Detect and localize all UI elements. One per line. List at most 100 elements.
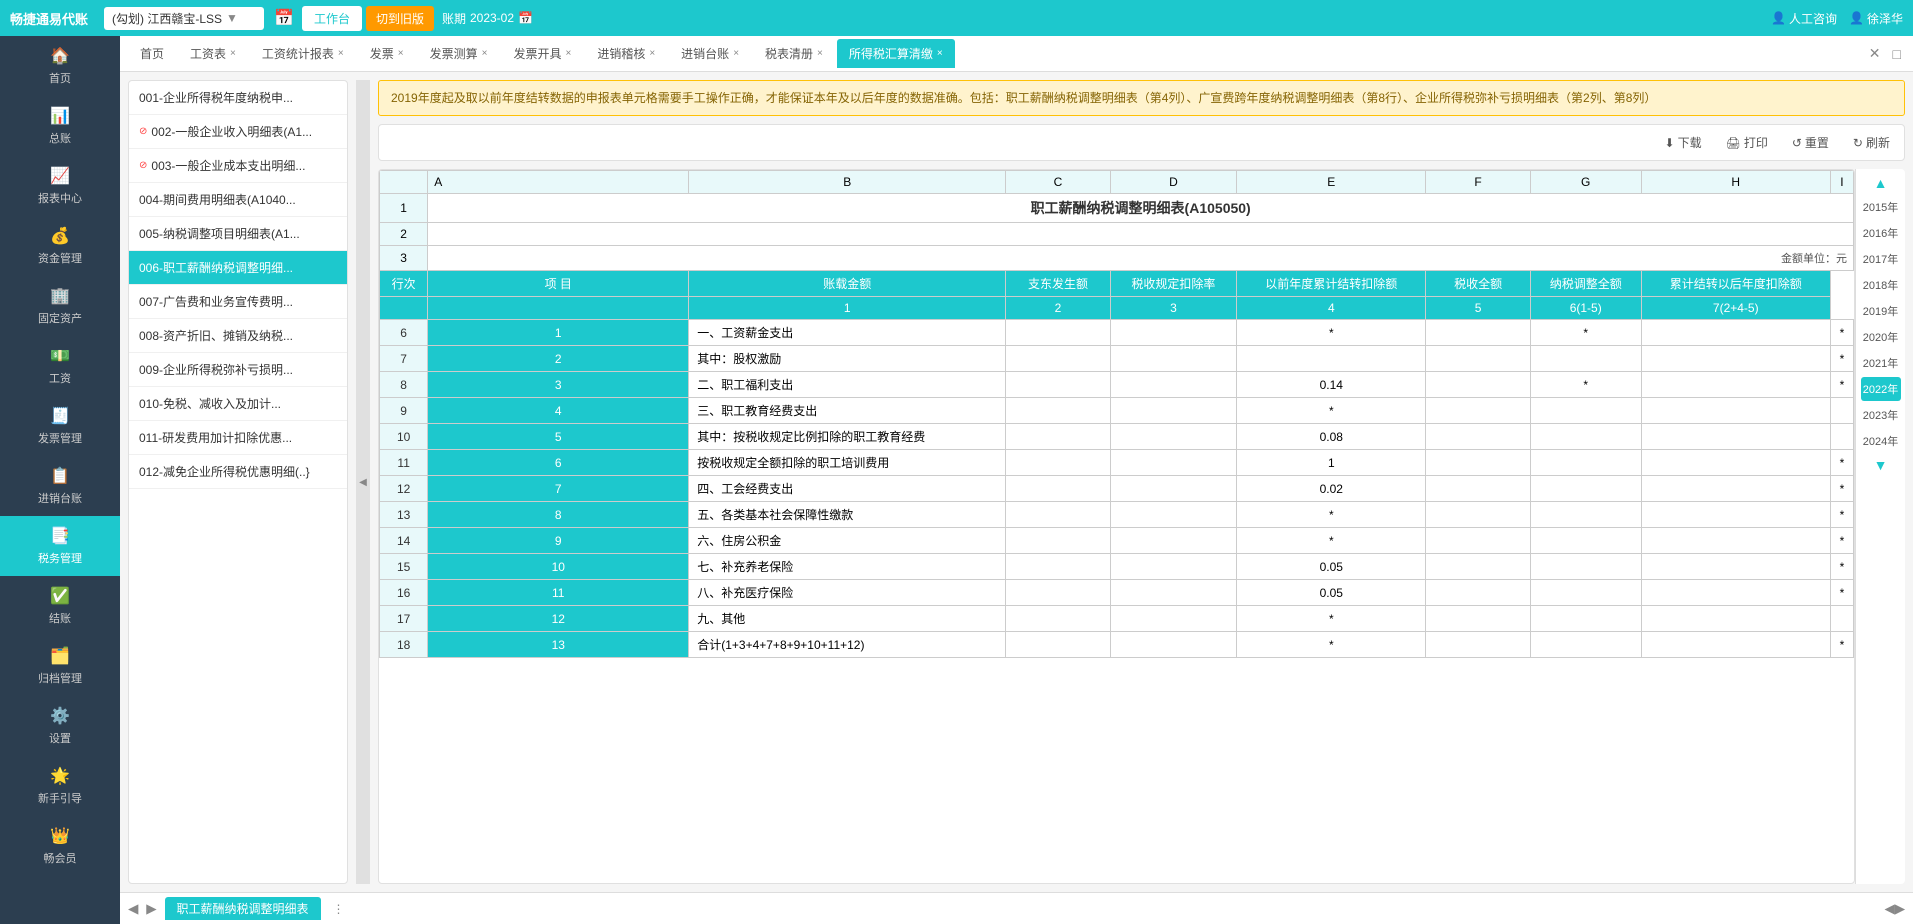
tab-close-icon[interactable]: ×	[398, 48, 404, 59]
sheet-options-icon[interactable]: ⋮	[333, 902, 345, 916]
period-calendar-icon[interactable]: 📅	[518, 11, 533, 25]
cell-F[interactable]	[1426, 320, 1530, 346]
sidebar-item-fixed-assets[interactable]: 🏢固定资产	[0, 276, 120, 336]
cutover-button[interactable]: 切到旧版	[366, 6, 434, 31]
year-scroll-down[interactable]: ▼	[1872, 455, 1890, 475]
cell-E[interactable]: *	[1237, 320, 1426, 346]
year-button-2021年[interactable]: 2021年	[1861, 351, 1901, 375]
tab-close-icon[interactable]: ×	[649, 48, 655, 59]
year-button-2022年[interactable]: 2022年	[1861, 377, 1901, 401]
cell-E[interactable]: *	[1237, 398, 1426, 424]
support-link[interactable]: 👤 人工咨询	[1771, 10, 1837, 27]
cell-C[interactable]	[1006, 450, 1110, 476]
cell-G[interactable]	[1530, 502, 1641, 528]
user-profile[interactable]: 👤 徐泽华	[1849, 10, 1903, 27]
cell-G[interactable]: *	[1530, 320, 1641, 346]
left-panel-item-001[interactable]: 001-企业所得税年度纳税申...	[129, 81, 347, 115]
tab-close-icon[interactable]: ×	[565, 48, 571, 59]
cell-D[interactable]	[1110, 554, 1237, 580]
cell-C[interactable]	[1006, 580, 1110, 606]
cell-H[interactable]	[1641, 320, 1830, 346]
sheet-tab[interactable]: 职工薪酬纳税调整明细表	[165, 897, 321, 920]
calendar-icon[interactable]: 📅	[274, 8, 294, 28]
sidebar-item-close[interactable]: ✅结账	[0, 576, 120, 636]
cell-D[interactable]	[1110, 632, 1237, 658]
cell-C[interactable]	[1006, 346, 1110, 372]
tab-minimize-button[interactable]: ✕	[1865, 43, 1885, 64]
sidebar-item-salary[interactable]: 💵工资	[0, 336, 120, 396]
sidebar-item-report[interactable]: 📈报表中心	[0, 156, 120, 216]
collapse-button[interactable]: ◀	[356, 80, 370, 884]
sidebar-item-invoice-mgmt[interactable]: 🧾发票管理	[0, 396, 120, 456]
cell-F[interactable]	[1426, 476, 1530, 502]
year-button-2019年[interactable]: 2019年	[1861, 299, 1901, 323]
tab-所得税汇算清缴[interactable]: 所得税汇算清缴×	[837, 39, 955, 68]
company-selector[interactable]: (勾划) 江西赣宝-LSS ▼	[104, 7, 264, 30]
cell-F[interactable]	[1426, 554, 1530, 580]
cell-C[interactable]	[1006, 372, 1110, 398]
sidebar-item-vip[interactable]: 👑畅会员	[0, 816, 120, 876]
left-panel-item-008[interactable]: 008-资产折旧、摊销及纳税...	[129, 319, 347, 353]
cell-F[interactable]	[1426, 632, 1530, 658]
cell-C[interactable]	[1006, 502, 1110, 528]
cell-H[interactable]	[1641, 606, 1830, 632]
cell-I[interactable]: *	[1830, 554, 1853, 580]
cell-F[interactable]	[1426, 606, 1530, 632]
cell-H[interactable]	[1641, 450, 1830, 476]
left-panel-item-005[interactable]: 005-纳税调整项目明细表(A1...	[129, 217, 347, 251]
tab-发票开具[interactable]: 发票开具×	[501, 39, 583, 68]
cell-H[interactable]	[1641, 398, 1830, 424]
cell-C[interactable]	[1006, 424, 1110, 450]
tab-首页[interactable]: 首页	[128, 39, 176, 68]
tab-工资表[interactable]: 工资表×	[178, 39, 248, 68]
cell-I[interactable]	[1830, 606, 1853, 632]
cell-G[interactable]	[1530, 554, 1641, 580]
cell-C[interactable]	[1006, 528, 1110, 554]
year-button-2016年[interactable]: 2016年	[1861, 221, 1901, 245]
cell-F[interactable]	[1426, 424, 1530, 450]
cell-H[interactable]	[1641, 476, 1830, 502]
cell-I[interactable]: *	[1830, 528, 1853, 554]
cell-H[interactable]	[1641, 554, 1830, 580]
cell-G[interactable]	[1530, 632, 1641, 658]
cell-E[interactable]: *	[1237, 632, 1426, 658]
cell-F[interactable]	[1426, 580, 1530, 606]
tab-close-icon[interactable]: ×	[338, 48, 344, 59]
cell-H[interactable]	[1641, 424, 1830, 450]
cell-G[interactable]	[1530, 476, 1641, 502]
tab-税表清册[interactable]: 税表清册×	[753, 39, 835, 68]
cell-G[interactable]	[1530, 424, 1641, 450]
cell-D[interactable]	[1110, 346, 1237, 372]
cell-I[interactable]: *	[1830, 372, 1853, 398]
tab-发票测算[interactable]: 发票测算×	[418, 39, 500, 68]
cell-I[interactable]: *	[1830, 346, 1853, 372]
sidebar-item-ledger[interactable]: 📊总账	[0, 96, 120, 156]
cell-D[interactable]	[1110, 398, 1237, 424]
year-scroll-up[interactable]: ▲	[1872, 173, 1890, 193]
cell-G[interactable]	[1530, 528, 1641, 554]
cell-E[interactable]: 0.05	[1237, 554, 1426, 580]
cell-D[interactable]	[1110, 580, 1237, 606]
cell-E[interactable]: *	[1237, 502, 1426, 528]
left-panel-item-002[interactable]: ⊘002-一般企业收入明细表(A1...	[129, 115, 347, 149]
cell-C[interactable]	[1006, 320, 1110, 346]
tab-close-icon[interactable]: ×	[937, 48, 943, 59]
cell-G[interactable]	[1530, 606, 1641, 632]
cell-I[interactable]	[1830, 398, 1853, 424]
tab-close-icon[interactable]: ×	[482, 48, 488, 59]
cell-H[interactable]	[1641, 528, 1830, 554]
scroll-right-button[interactable]: ▶	[1895, 901, 1905, 917]
cell-I[interactable]: *	[1830, 476, 1853, 502]
left-panel-item-007[interactable]: 007-广告费和业务宣传费明...	[129, 285, 347, 319]
cell-E[interactable]: 1	[1237, 450, 1426, 476]
print-button[interactable]: 🖨 打印	[1720, 131, 1774, 154]
workbench-button[interactable]: 工作台	[302, 6, 362, 31]
download-button[interactable]: ⬇ 下载	[1659, 131, 1708, 154]
cell-H[interactable]	[1641, 346, 1830, 372]
tab-close-icon[interactable]: ×	[733, 48, 739, 59]
tab-工资统计报表[interactable]: 工资统计报表×	[250, 39, 356, 68]
cell-D[interactable]	[1110, 476, 1237, 502]
cell-D[interactable]	[1110, 372, 1237, 398]
cell-G[interactable]	[1530, 346, 1641, 372]
left-panel-item-010[interactable]: 010-免税、减收入及加计...	[129, 387, 347, 421]
